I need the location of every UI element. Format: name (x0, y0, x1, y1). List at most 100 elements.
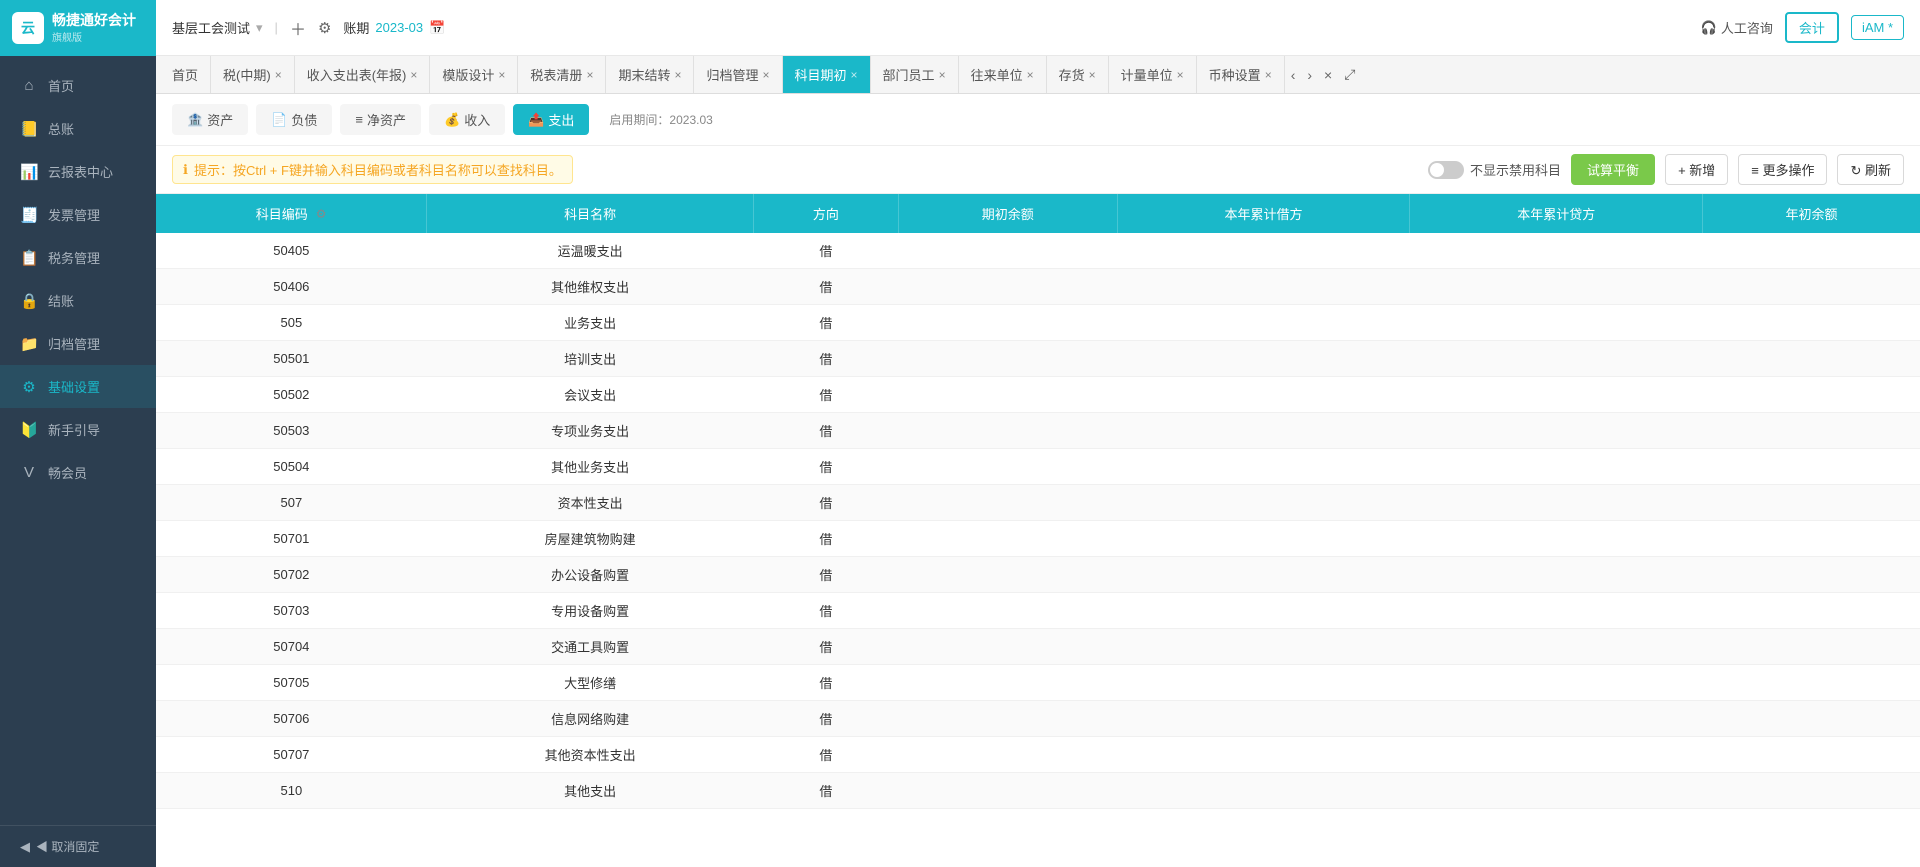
page-content: 🏦 资产 📄 负债 ≡ 净资产 💰 收入 📤 支出 启用期间：2023.03 (156, 94, 1920, 867)
table-row[interactable]: 50503 专项业务支出 借 (156, 413, 1920, 449)
cell-period-balance (898, 701, 1117, 737)
tab-label: 计量单位 (1121, 65, 1173, 84)
cell-ytd-credit (1410, 629, 1703, 665)
cell-ytd-credit (1410, 737, 1703, 773)
iam-badge[interactable]: iAM * (1851, 15, 1904, 40)
col-name: 科目名称 (427, 194, 754, 233)
calendar-icon[interactable]: 📅 (429, 20, 445, 36)
tab-tax-period[interactable]: 税(中期) × (211, 56, 295, 94)
sidebar-item-settings[interactable]: ⚙ 基础设置 (0, 365, 156, 408)
logo-area: 云 畅捷通好会计 旗舰版 (0, 0, 156, 56)
table-row[interactable]: 50504 其他业务支出 借 (156, 449, 1920, 485)
user-role-btn[interactable]: 会计 (1785, 12, 1839, 43)
cell-name: 资本性支出 (427, 485, 754, 521)
table-row[interactable]: 50707 其他资本性支出 借 (156, 737, 1920, 773)
table-row[interactable]: 50405 运温暖支出 借 (156, 233, 1920, 269)
settings-gear-icon[interactable]: ⚙ (318, 19, 331, 37)
service-btn[interactable]: 🎧 人工咨询 (1701, 18, 1773, 37)
table-row[interactable]: 507 资本性支出 借 (156, 485, 1920, 521)
project-name: 基层工会测试 (172, 18, 250, 37)
category-income-btn[interactable]: 💰 收入 (429, 104, 505, 135)
tab-inventory[interactable]: 存货 × (1047, 56, 1109, 94)
category-label: 净资产 (367, 110, 406, 129)
refresh-btn[interactable]: ↻ 刷新 (1837, 154, 1904, 185)
sidebar-item-label: 税务管理 (48, 248, 100, 267)
close-icon[interactable]: × (1089, 68, 1096, 82)
category-expense-btn[interactable]: 📤 支出 (513, 104, 589, 135)
sidebar-item-guide[interactable]: 🔰 新手引导 (0, 408, 156, 451)
sidebar-item-archive[interactable]: 📁 归档管理 (0, 322, 156, 365)
tab-counterparty[interactable]: 往来单位 × (959, 56, 1047, 94)
period-info: 启用期间：2023.03 (609, 111, 712, 128)
sidebar-collapse-btn[interactable]: ◀ ◀ 取消固定 (0, 825, 156, 867)
table-row[interactable]: 50502 会议支出 借 (156, 377, 1920, 413)
category-equity-btn[interactable]: ≡ 净资产 (340, 104, 421, 135)
sidebar-item-tax[interactable]: 📋 税务管理 (0, 236, 156, 279)
table-row[interactable]: 50701 房屋建筑物购建 借 (156, 521, 1920, 557)
table-row[interactable]: 50501 培训支出 借 (156, 341, 1920, 377)
tab-tax-table[interactable]: 税表清册 × (518, 56, 606, 94)
table-row[interactable]: 510 其他支出 借 (156, 773, 1920, 809)
table-row[interactable]: 505 业务支出 借 (156, 305, 1920, 341)
cell-direction: 借 (753, 665, 898, 701)
liability-icon: 📄 (271, 112, 287, 128)
project-selector[interactable]: 基层工会测试 ▾ (172, 18, 263, 37)
category-asset-btn[interactable]: 🏦 资产 (172, 104, 248, 135)
collapse-icon: ◀ (20, 839, 30, 855)
tab-income-expense[interactable]: 收入支出表(年报) × (295, 56, 431, 94)
close-icon[interactable]: × (851, 68, 858, 82)
close-icon[interactable]: × (1027, 68, 1034, 82)
column-settings-icon[interactable]: ⚙ (316, 207, 327, 221)
tab-next-icon[interactable]: › (1301, 67, 1318, 83)
cell-ytd-debit (1117, 773, 1410, 809)
tab-home[interactable]: 首页 (160, 56, 211, 94)
close-icon[interactable]: × (763, 68, 770, 82)
category-liability-btn[interactable]: 📄 负债 (256, 104, 332, 135)
tab-unit[interactable]: 计量单位 × (1109, 56, 1197, 94)
balance-calc-btn[interactable]: 试算平衡 (1571, 154, 1655, 185)
tab-label: 存货 (1059, 65, 1085, 84)
close-icon[interactable]: × (498, 68, 505, 82)
cell-name: 其他维权支出 (427, 269, 754, 305)
tab-period-end[interactable]: 期末结转 × (606, 56, 694, 94)
table-row[interactable]: 50702 办公设备购置 借 (156, 557, 1920, 593)
cell-name: 其他支出 (427, 773, 754, 809)
cell-direction: 借 (753, 269, 898, 305)
close-icon[interactable]: × (275, 68, 282, 82)
close-icon[interactable]: × (1177, 68, 1184, 82)
sidebar-item-home[interactable]: ⌂ 首页 (0, 64, 156, 107)
tab-currency[interactable]: 币种设置 × (1197, 56, 1285, 94)
tab-prev-icon[interactable]: ‹ (1285, 67, 1302, 83)
cell-period-balance (898, 773, 1117, 809)
close-icon[interactable]: × (586, 68, 593, 82)
sidebar-item-ledger[interactable]: 📒 总账 (0, 107, 156, 150)
table-row[interactable]: 50704 交通工具购置 借 (156, 629, 1920, 665)
expand-icon[interactable]: ⤢ (1338, 66, 1361, 83)
table-row[interactable]: 50705 大型修缮 借 (156, 665, 1920, 701)
table-row[interactable]: 50703 专用设备购置 借 (156, 593, 1920, 629)
add-project-icon[interactable]: ＋ (290, 16, 306, 40)
sidebar-item-reports[interactable]: 📊 云报表中心 (0, 150, 156, 193)
tab-archive[interactable]: 归档管理 × (694, 56, 782, 94)
add-btn[interactable]: + 新增 (1665, 154, 1728, 185)
close-all-tabs-icon[interactable]: × (1318, 67, 1338, 83)
close-icon[interactable]: × (939, 68, 946, 82)
cell-ytd-credit (1410, 269, 1703, 305)
cell-ytd-debit (1117, 593, 1410, 629)
toggle-switch[interactable] (1428, 161, 1464, 179)
tab-dept-staff[interactable]: 部门员工 × (871, 56, 959, 94)
more-actions-btn[interactable]: ≡ 更多操作 (1738, 154, 1827, 185)
tab-template[interactable]: 模版设计 × (430, 56, 518, 94)
cell-ytd-debit (1117, 737, 1410, 773)
toggle-disabled-subjects[interactable]: 不显示禁用科目 (1428, 160, 1561, 179)
sidebar-item-closing[interactable]: 🔒 结账 (0, 279, 156, 322)
sidebar-item-member[interactable]: V 畅会员 (0, 451, 156, 494)
table-row[interactable]: 50706 信息网络购建 借 (156, 701, 1920, 737)
table-row[interactable]: 50406 其他维权支出 借 (156, 269, 1920, 305)
close-icon[interactable]: × (410, 68, 417, 82)
sidebar-item-invoice[interactable]: 🧾 发票管理 (0, 193, 156, 236)
tab-subject-initial[interactable]: 科目期初 × (783, 56, 871, 94)
cell-code: 507 (156, 485, 427, 521)
close-icon[interactable]: × (1265, 68, 1272, 82)
close-icon[interactable]: × (674, 68, 681, 82)
